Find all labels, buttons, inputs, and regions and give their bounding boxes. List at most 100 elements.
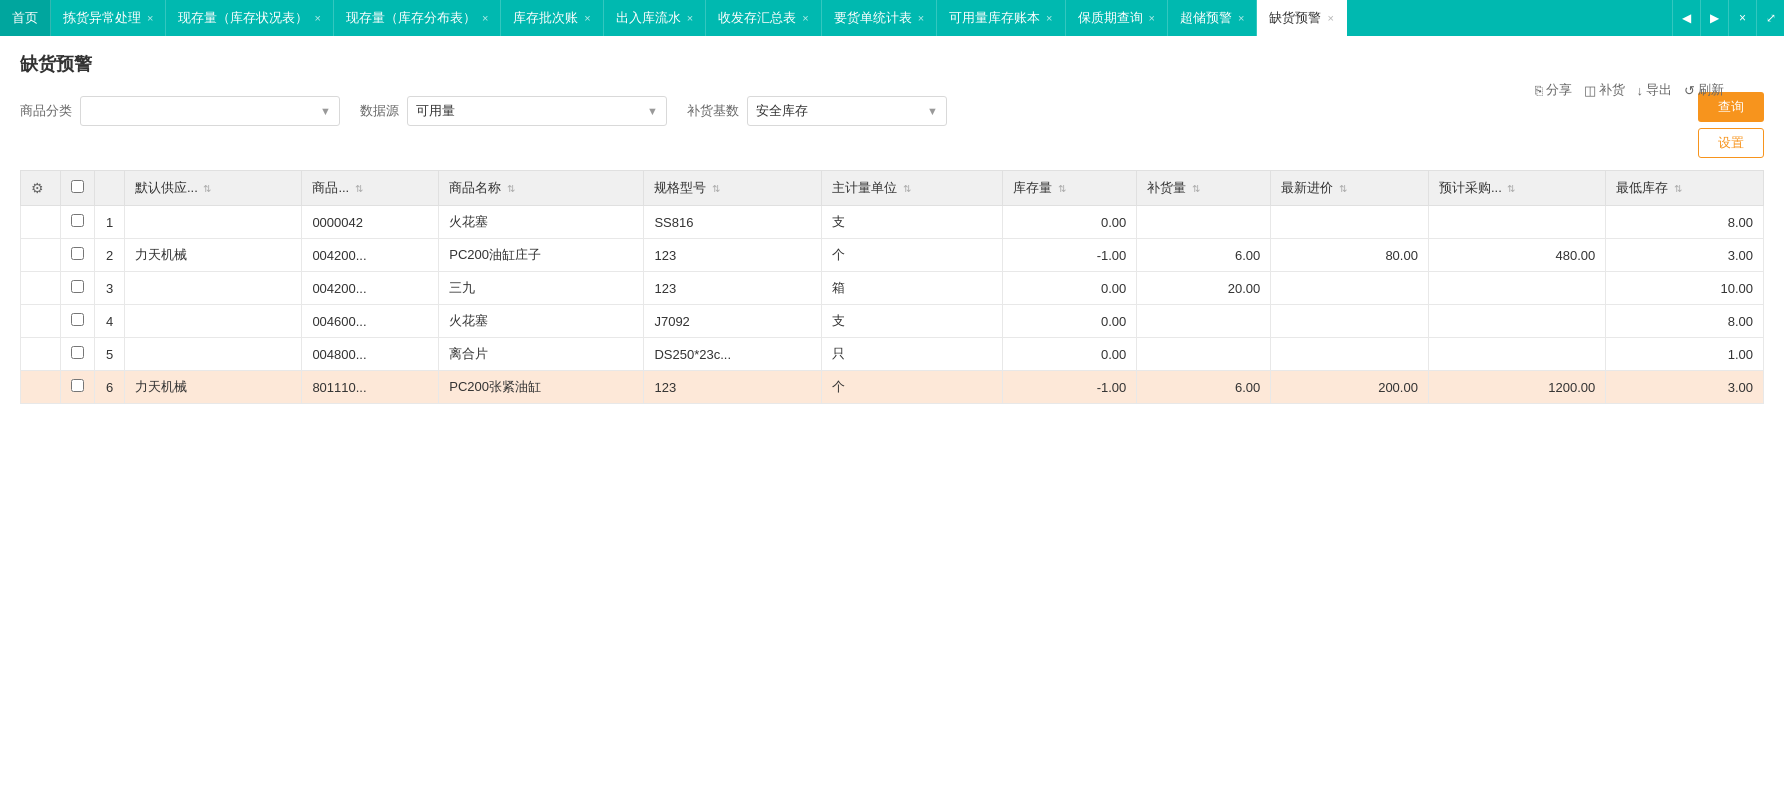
nav-tab-5-label: 出入库流水 bbox=[616, 9, 681, 27]
row-settings-cell bbox=[21, 305, 61, 338]
refresh-icon: ↺ bbox=[1684, 83, 1695, 98]
nav-tab-7-close[interactable]: × bbox=[918, 12, 924, 24]
export-action[interactable]: ↓ 导出 bbox=[1637, 81, 1673, 99]
select-all-checkbox[interactable] bbox=[71, 180, 84, 193]
row-stock: 0.00 bbox=[1003, 305, 1137, 338]
nav-tab-10-close[interactable]: × bbox=[1238, 12, 1244, 24]
th-replenish-qty[interactable]: 补货量 ⇅ bbox=[1137, 171, 1271, 206]
nav-tab-6-close[interactable]: × bbox=[802, 12, 808, 24]
th-est-purchase-sort-icon: ⇅ bbox=[1507, 183, 1515, 194]
th-unit-sort-icon: ⇅ bbox=[903, 183, 911, 194]
row-min-stock: 10.00 bbox=[1606, 272, 1764, 305]
th-replenish-qty-sort-icon: ⇅ bbox=[1192, 183, 1200, 194]
settings-gear-icon[interactable]: ⚙ bbox=[31, 180, 44, 196]
row-supplier bbox=[125, 206, 302, 239]
nav-tab-9-close[interactable]: × bbox=[1149, 12, 1155, 24]
nav-tab-1-close[interactable]: × bbox=[147, 12, 153, 24]
share-action[interactable]: ⎘ 分享 bbox=[1535, 81, 1572, 99]
row-checkbox-cell[interactable] bbox=[61, 305, 95, 338]
nav-tab-8[interactable]: 可用量库存账本 × bbox=[937, 0, 1065, 36]
nav-tab-11-label: 缺货预警 bbox=[1269, 9, 1321, 27]
row-latest-price bbox=[1271, 206, 1429, 239]
nav-tab-7[interactable]: 要货单统计表 × bbox=[822, 0, 937, 36]
nav-tab-4[interactable]: 库存批次账 × bbox=[501, 0, 603, 36]
th-est-purchase[interactable]: 预计采购... ⇅ bbox=[1428, 171, 1605, 206]
row-latest-price bbox=[1271, 272, 1429, 305]
row-est-purchase: 1200.00 bbox=[1428, 371, 1605, 404]
row-min-stock: 8.00 bbox=[1606, 206, 1764, 239]
nav-tab-2[interactable]: 现存量（库存状况表） × bbox=[166, 0, 333, 36]
th-index bbox=[95, 171, 125, 206]
nav-tab-11[interactable]: 缺货预警 × bbox=[1257, 0, 1346, 36]
nav-tab-3-label: 现存量（库存分布表） bbox=[346, 9, 476, 27]
top-nav: 首页 拣货异常处理 × 现存量（库存状况表） × 现存量（库存分布表） × 库存… bbox=[0, 0, 1784, 36]
replenish-icon: ◫ bbox=[1584, 83, 1596, 98]
row-checkbox-4[interactable] bbox=[71, 346, 84, 359]
nav-tab-6[interactable]: 收发存汇总表 × bbox=[706, 0, 821, 36]
row-unit: 支 bbox=[822, 305, 1003, 338]
th-supplier-label: 默认供应... bbox=[135, 180, 198, 195]
row-checkbox-0[interactable] bbox=[71, 214, 84, 227]
nav-tab-9[interactable]: 保质期查询 × bbox=[1066, 0, 1168, 36]
row-settings-cell bbox=[21, 206, 61, 239]
nav-prev-button[interactable]: ◀ bbox=[1672, 0, 1700, 36]
nav-tab-home[interactable]: 首页 bbox=[0, 0, 51, 36]
row-checkbox-cell[interactable] bbox=[61, 338, 95, 371]
nav-tab-5[interactable]: 出入库流水 × bbox=[604, 0, 706, 36]
replenish-label: 补货 bbox=[1599, 81, 1625, 99]
nav-tab-11-close[interactable]: × bbox=[1327, 12, 1333, 24]
row-product-name: 三九 bbox=[439, 272, 644, 305]
th-unit[interactable]: 主计量单位 ⇅ bbox=[822, 171, 1003, 206]
datasource-filter-group: 数据源 可用量 ▼ bbox=[360, 96, 667, 126]
th-product-name-label: 商品名称 bbox=[449, 180, 501, 195]
table-row: 2 力天机械 004200... PC200油缸庄子 123 个 -1.00 6… bbox=[21, 239, 1764, 272]
nav-tab-4-close[interactable]: × bbox=[584, 12, 590, 24]
row-replenish-qty: 6.00 bbox=[1137, 371, 1271, 404]
nav-expand-button[interactable]: ⤢ bbox=[1756, 0, 1784, 36]
nav-tab-10[interactable]: 超储预警 × bbox=[1168, 0, 1257, 36]
nav-tab-5-close[interactable]: × bbox=[687, 12, 693, 24]
replenish-base-select[interactable]: 安全库存 ▼ bbox=[747, 96, 947, 126]
nav-tab-10-label: 超储预警 bbox=[1180, 9, 1232, 27]
th-supplier[interactable]: 默认供应... ⇅ bbox=[125, 171, 302, 206]
nav-tab-3-close[interactable]: × bbox=[482, 12, 488, 24]
row-checkbox-3[interactable] bbox=[71, 313, 84, 326]
row-checkbox-5[interactable] bbox=[71, 379, 84, 392]
th-stock[interactable]: 库存量 ⇅ bbox=[1003, 171, 1137, 206]
nav-next-button[interactable]: ▶ bbox=[1700, 0, 1728, 36]
row-product-code: 004800... bbox=[302, 338, 439, 371]
row-stock: 0.00 bbox=[1003, 206, 1137, 239]
th-product-code[interactable]: 商品... ⇅ bbox=[302, 171, 439, 206]
refresh-action[interactable]: ↺ 刷新 bbox=[1684, 81, 1724, 99]
th-latest-price[interactable]: 最新进价 ⇅ bbox=[1271, 171, 1429, 206]
row-min-stock: 1.00 bbox=[1606, 338, 1764, 371]
nav-tab-2-close[interactable]: × bbox=[314, 12, 320, 24]
row-checkbox-1[interactable] bbox=[71, 247, 84, 260]
nav-tab-2-label: 现存量（库存状况表） bbox=[178, 9, 308, 27]
datasource-select[interactable]: 可用量 ▼ bbox=[407, 96, 667, 126]
nav-close-button[interactable]: × bbox=[1728, 0, 1756, 36]
nav-tab-3[interactable]: 现存量（库存分布表） × bbox=[334, 0, 501, 36]
nav-tab-1[interactable]: 拣货异常处理 × bbox=[51, 0, 166, 36]
row-replenish-qty bbox=[1137, 338, 1271, 371]
row-checkbox-cell[interactable] bbox=[61, 206, 95, 239]
row-min-stock: 8.00 bbox=[1606, 305, 1764, 338]
th-product-name[interactable]: 商品名称 ⇅ bbox=[439, 171, 644, 206]
row-checkbox-cell[interactable] bbox=[61, 239, 95, 272]
th-settings[interactable]: ⚙ bbox=[21, 171, 61, 206]
th-supplier-sort-icon: ⇅ bbox=[203, 183, 211, 194]
row-checkbox-2[interactable] bbox=[71, 280, 84, 293]
settings-button[interactable]: 设置 bbox=[1698, 128, 1764, 158]
nav-tab-8-label: 可用量库存账本 bbox=[949, 9, 1040, 27]
th-min-stock[interactable]: 最低库存 ⇅ bbox=[1606, 171, 1764, 206]
th-min-stock-label: 最低库存 bbox=[1616, 180, 1668, 195]
main-content: 缺货预警 ⎘ 分享 ◫ 补货 ↓ 导出 ↺ 刷新 商品分类 ▼ bbox=[0, 36, 1784, 796]
replenish-action[interactable]: ◫ 补货 bbox=[1584, 81, 1625, 99]
table-row: 5 004800... 离合片 DS250*23c... 只 0.00 1.00 bbox=[21, 338, 1764, 371]
row-checkbox-cell[interactable] bbox=[61, 272, 95, 305]
nav-tab-8-close[interactable]: × bbox=[1046, 12, 1052, 24]
row-checkbox-cell[interactable] bbox=[61, 371, 95, 404]
row-supplier: 力天机械 bbox=[125, 239, 302, 272]
category-select[interactable]: ▼ bbox=[80, 96, 340, 126]
th-spec[interactable]: 规格型号 ⇅ bbox=[644, 171, 822, 206]
